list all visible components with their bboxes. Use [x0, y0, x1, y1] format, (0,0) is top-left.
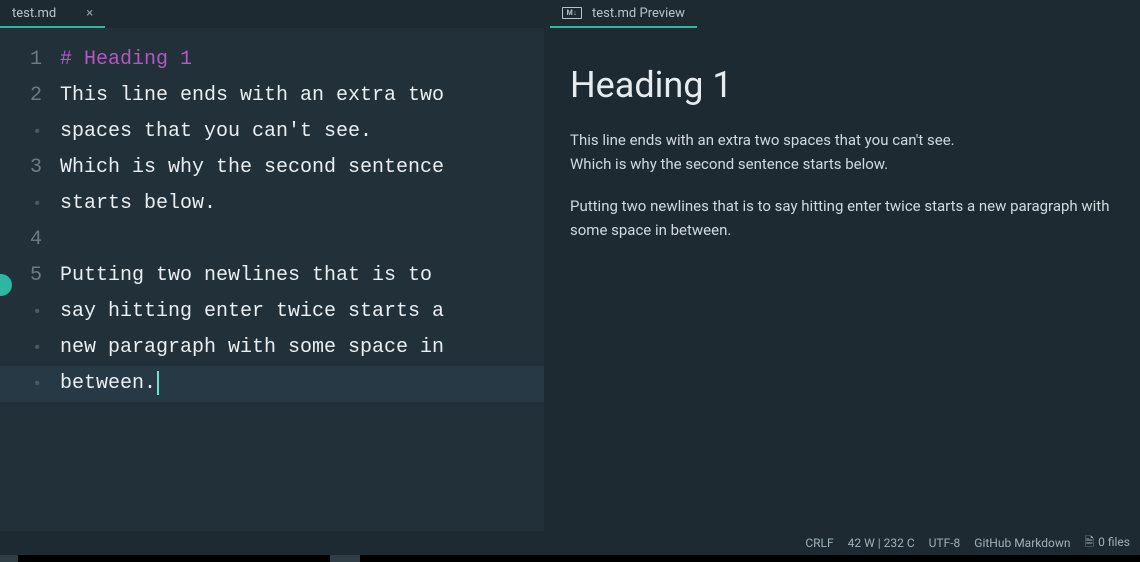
tab-editor-label: test.md	[12, 6, 56, 21]
line-number: •	[0, 186, 42, 222]
editor-tabs: test.md ×	[0, 0, 544, 28]
split-view: 12•3•45••• # Heading 1This line ends wit…	[0, 28, 1140, 531]
code-area[interactable]: # Heading 1This line ends with an extra …	[60, 28, 544, 531]
line-number: •	[0, 114, 42, 150]
code-line[interactable]: spaces that you can't see.	[60, 114, 544, 150]
close-icon[interactable]: ×	[86, 6, 93, 21]
line-number: 4	[0, 222, 42, 258]
files-icon: 🗎	[1084, 533, 1094, 554]
line-number: •	[0, 294, 42, 330]
status-grammar[interactable]: GitHub Markdown	[974, 536, 1070, 550]
text-cursor	[157, 371, 159, 395]
preview-paragraph: This line ends with an extra two spaces …	[570, 128, 1114, 176]
line-number: 1	[0, 42, 42, 78]
code-line[interactable]: starts below.	[60, 186, 544, 222]
line-number: •	[0, 366, 42, 402]
line-number: 2	[0, 78, 42, 114]
code-line[interactable]	[60, 222, 544, 258]
line-number: 3	[0, 150, 42, 186]
tab-editor[interactable]: test.md ×	[0, 0, 105, 28]
code-line[interactable]: # Heading 1	[60, 42, 544, 78]
code-line[interactable]: new paragraph with some space in	[60, 330, 544, 366]
tab-preview[interactable]: M↓ test.md Preview	[550, 0, 697, 28]
status-eol[interactable]: CRLF	[805, 536, 833, 550]
status-files-label: 0 files	[1098, 535, 1130, 549]
line-number: •	[0, 330, 42, 366]
status-bar: CRLF 42 W | 232 C UTF-8 GitHub Markdown …	[0, 531, 1140, 555]
tab-preview-label: test.md Preview	[592, 6, 685, 21]
editor-pane[interactable]: 12•3•45••• # Heading 1This line ends wit…	[0, 28, 544, 531]
code-line[interactable]: Putting two newlines that is to	[60, 258, 544, 294]
preview-paragraph: Putting two newlines that is to say hitt…	[570, 194, 1114, 242]
preview-tabs: M↓ test.md Preview	[544, 0, 1140, 28]
preview-heading: Heading 1	[570, 64, 1114, 106]
tabs-bar: test.md × M↓ test.md Preview	[0, 0, 1140, 28]
status-files[interactable]: 🗎 0 files	[1084, 533, 1130, 554]
window-bottom-edge	[0, 555, 1140, 562]
preview-pane: Heading 1 This line ends with an extra t…	[544, 28, 1140, 531]
code-line[interactable]: say hitting enter twice starts a	[60, 294, 544, 330]
markdown-icon: M↓	[562, 7, 582, 19]
code-line[interactable]: Which is why the second sentence	[60, 150, 544, 186]
status-encoding[interactable]: UTF-8	[929, 536, 961, 550]
code-line[interactable]: between.	[60, 366, 544, 402]
code-line[interactable]: This line ends with an extra two	[60, 78, 544, 114]
app-root: test.md × M↓ test.md Preview 12•3•45••• …	[0, 0, 1140, 562]
status-word-char-count[interactable]: 42 W | 232 C	[848, 536, 915, 550]
